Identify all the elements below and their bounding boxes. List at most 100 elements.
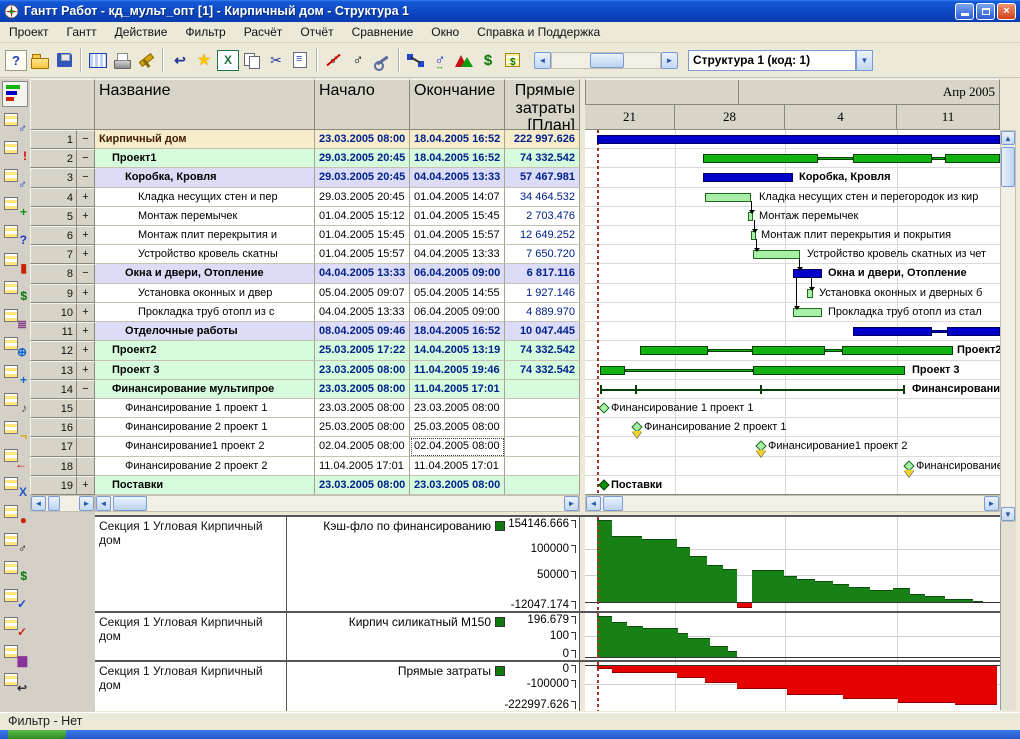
add-resource-icon[interactable]: +	[2, 193, 28, 219]
attention-table-icon[interactable]: !	[2, 137, 28, 163]
collapse-icon[interactable]: −	[77, 130, 95, 149]
scroll-right-icon[interactable]: ►	[564, 496, 579, 511]
row-number[interactable]: 13	[30, 361, 77, 380]
sound-table-icon[interactable]: ♪	[2, 389, 28, 415]
copy-icon[interactable]	[241, 50, 263, 71]
row-number[interactable]: 17	[30, 437, 77, 456]
cost-cell[interactable]: 57 467.981	[505, 168, 580, 187]
column-header-start[interactable]: Начало	[315, 79, 410, 130]
scroll-thumb[interactable]	[1001, 147, 1015, 187]
row-number[interactable]: 19	[30, 476, 77, 495]
cost-cell[interactable]	[505, 380, 580, 399]
menu-item-1[interactable]: Проект	[0, 23, 58, 41]
end-date-cell[interactable]: 23.03.2005 08:00	[410, 399, 505, 418]
cost-table-icon[interactable]: $	[2, 277, 28, 303]
end-date-cell[interactable]: 23.03.2005 08:00	[410, 476, 505, 495]
row-number[interactable]: 9	[30, 284, 77, 303]
start-date-cell[interactable]: 23.03.2005 08:00	[315, 361, 410, 380]
start-date-cell[interactable]: 23.03.2005 08:00	[315, 476, 410, 495]
expand-icon[interactable]: +	[77, 226, 95, 245]
collapse-icon[interactable]: −	[77, 168, 95, 187]
task-name-cell[interactable]: Установка оконных и двер	[95, 284, 315, 303]
row-number[interactable]: 2	[30, 149, 77, 168]
cost-cell[interactable]: 12 649.252	[505, 226, 580, 245]
end-date-cell[interactable]: 06.04.2005 09:00	[410, 264, 505, 283]
end-date-cell[interactable]: 14.04.2005 13:19	[410, 341, 505, 360]
row-number[interactable]: 14	[30, 380, 77, 399]
end-date-cell[interactable]: 18.04.2005 16:52	[410, 130, 505, 149]
person-badge-icon[interactable]: ♂	[2, 529, 28, 555]
gantt-bar[interactable]	[753, 366, 905, 375]
cost-cell[interactable]	[505, 399, 580, 418]
gantt-bar[interactable]	[945, 154, 1000, 163]
phase-table-icon[interactable]: ▮	[2, 249, 28, 275]
start-date-cell[interactable]: 29.03.2005 20:45	[315, 168, 410, 187]
gantt-bar[interactable]	[853, 327, 932, 336]
restore-button[interactable]	[976, 3, 995, 20]
expand-icon[interactable]: +	[77, 341, 95, 360]
row-number[interactable]: 1	[30, 130, 77, 149]
document-table-icon[interactable]: ≣	[2, 305, 28, 331]
scroll-right-icon[interactable]: ►	[79, 496, 94, 511]
close-button[interactable]: ×	[997, 3, 1016, 20]
undo-table-icon[interactable]: ↩	[2, 669, 28, 695]
star-icon[interactable]	[193, 50, 215, 71]
expand-icon[interactable]: +	[77, 245, 95, 264]
cost-cell[interactable]	[505, 457, 580, 476]
scroll-down-icon[interactable]: ▼	[1001, 507, 1015, 521]
task-name-cell[interactable]: Монтаж плит перекрытия и	[95, 226, 315, 245]
row-number[interactable]: 5	[30, 207, 77, 226]
book-icon[interactable]: ▆	[2, 641, 28, 667]
key-table-icon[interactable]: ¬	[2, 417, 28, 443]
start-date-cell[interactable]: 23.03.2005 08:00	[315, 130, 410, 149]
chevron-down-icon[interactable]: ▼	[856, 50, 873, 71]
start-date-cell[interactable]: 05.04.2005 09:07	[315, 284, 410, 303]
start-date-cell[interactable]: 25.03.2005 17:22	[315, 341, 410, 360]
cost-cell[interactable]	[505, 437, 580, 456]
scroll-left-icon[interactable]: ◄	[31, 496, 46, 511]
menu-item-6[interactable]: Отчёт	[291, 23, 342, 41]
scroll-right-icon[interactable]: ►	[661, 52, 678, 69]
peaks-icon[interactable]	[453, 50, 475, 71]
cost-cell[interactable]: 74 332.542	[505, 361, 580, 380]
start-date-cell[interactable]: 04.04.2005 13:33	[315, 264, 410, 283]
cost-cell[interactable]: 34 464.532	[505, 188, 580, 207]
hammer-icon[interactable]	[135, 50, 157, 71]
cost-cell[interactable]	[505, 476, 580, 495]
scroll-left-icon[interactable]: ◄	[586, 496, 601, 511]
row-number[interactable]: 16	[30, 418, 77, 437]
gantt-bar[interactable]	[947, 327, 1000, 336]
bottom-vertical-scrollbar[interactable]	[1000, 522, 1016, 710]
scroll-left-icon[interactable]: ◄	[534, 52, 551, 69]
cost-cell[interactable]: 4 889.970	[505, 303, 580, 322]
row-number[interactable]: 11	[30, 322, 77, 341]
rowheader-hscrollbar[interactable]: ◄ ►	[30, 495, 95, 512]
gantt-bar[interactable]	[597, 135, 1000, 144]
scroll-up-icon[interactable]: ▲	[1001, 131, 1015, 145]
scroll-track[interactable]	[551, 52, 661, 69]
task-name-cell[interactable]: Прокладка труб отопл из с	[95, 303, 315, 322]
cost-cell[interactable]	[505, 418, 580, 437]
repair-table-icon[interactable]: X	[2, 473, 28, 499]
expand-icon[interactable]: +	[77, 303, 95, 322]
collapse-icon[interactable]: −	[77, 264, 95, 283]
end-date-cell[interactable]: 01.04.2005 14:07	[410, 188, 505, 207]
task-name-cell[interactable]: Финансирование 2 проект 2	[95, 457, 315, 476]
scroll-thumb[interactable]	[590, 53, 624, 68]
gantt-bar[interactable]	[825, 349, 842, 352]
start-button-sliver[interactable]	[8, 730, 66, 739]
task-name-cell[interactable]: Финансирование 1 проект 1	[95, 399, 315, 418]
start-date-cell[interactable]: 29.03.2005 20:45	[315, 188, 410, 207]
collapse-icon[interactable]: −	[77, 149, 95, 168]
start-date-cell[interactable]: 08.04.2005 09:46	[315, 322, 410, 341]
resource-hide-icon[interactable]	[323, 50, 345, 71]
start-date-cell[interactable]: 01.04.2005 15:57	[315, 245, 410, 264]
simulation-icon[interactable]: ●	[2, 501, 28, 527]
gantt-hscrollbar[interactable]: ◄ ►	[585, 495, 1000, 512]
end-date-cell[interactable]: 25.03.2005 08:00	[410, 418, 505, 437]
print-icon[interactable]	[111, 50, 133, 71]
start-date-cell[interactable]: 01.04.2005 15:45	[315, 226, 410, 245]
resource-out-table-icon[interactable]: ←	[2, 445, 28, 471]
end-date-cell[interactable]: 18.04.2005 16:52	[410, 322, 505, 341]
money-sheet-icon[interactable]	[501, 50, 523, 71]
